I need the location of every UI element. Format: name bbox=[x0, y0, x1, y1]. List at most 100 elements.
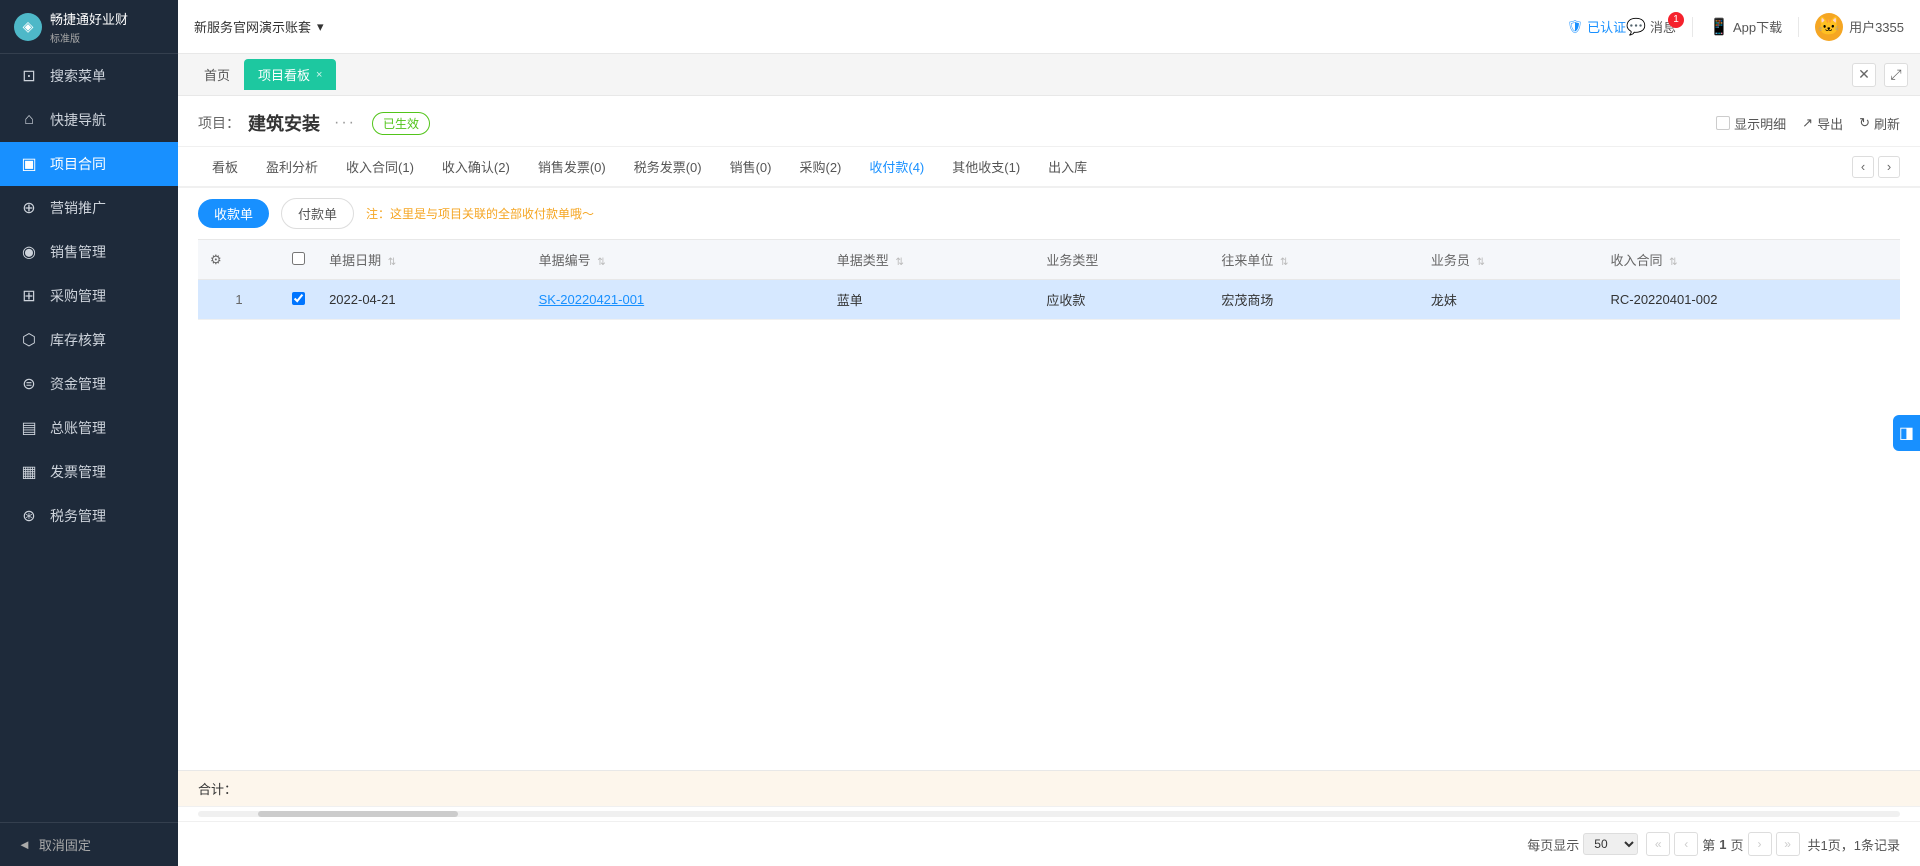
scrollbar-track bbox=[198, 811, 1900, 817]
app-download-button[interactable]: 📱 App下载 bbox=[1709, 17, 1782, 37]
scrollbar-thumb[interactable] bbox=[258, 811, 458, 817]
row-checkbox-cell bbox=[280, 280, 317, 320]
subtab-purchase[interactable]: 采购(2) bbox=[785, 147, 855, 188]
project-dropdown-arrow[interactable]: ▾ bbox=[317, 19, 324, 35]
refresh-button[interactable]: ↻ 刷新 bbox=[1859, 114, 1900, 133]
message-button[interactable]: 💬 消息 1 bbox=[1626, 17, 1676, 37]
table-wrapper: ⚙ 单据日期 ⇅ 单据编号 ⇅ 单据类型 bbox=[178, 239, 1920, 770]
sidebar-item-inventory[interactable]: ⬡ 库存核算 bbox=[0, 318, 178, 362]
sidebar-item-invoice-mgmt[interactable]: ▦ 发票管理 bbox=[0, 450, 178, 494]
project-title: 项目： 建筑安装 bbox=[198, 110, 320, 136]
project-actions: 显示明细 ↗ 导出 ↻ 刷新 bbox=[1716, 114, 1900, 133]
export-button[interactable]: ↗ 导出 bbox=[1802, 114, 1843, 133]
sort-contract-icon[interactable]: ⇅ bbox=[1669, 257, 1677, 268]
subtab-income-confirm[interactable]: 收入确认(2) bbox=[428, 147, 524, 188]
sidebar-item-purchase-mgmt[interactable]: ⊞ 采购管理 bbox=[0, 274, 178, 318]
sidebar-item-marketing[interactable]: ⊕ 营销推广 bbox=[0, 186, 178, 230]
sidebar-item-fund-mgmt[interactable]: ⊜ 资金管理 bbox=[0, 362, 178, 406]
pagination: 每页显示 50 100 200 « ‹ 第 1 页 › » 共1页，1条记录 bbox=[178, 821, 1920, 866]
show-detail-checkbox[interactable]: 显示明细 bbox=[1716, 114, 1786, 133]
purchase-icon: ⊞ bbox=[18, 286, 40, 306]
subtab-receipt[interactable]: 收付款(4) bbox=[855, 147, 938, 188]
divider2 bbox=[1798, 17, 1799, 37]
sort-partner-icon[interactable]: ⇅ bbox=[1280, 257, 1288, 268]
expand-window-button[interactable]: ⤢ bbox=[1884, 63, 1908, 87]
refresh-icon: ↻ bbox=[1859, 115, 1870, 131]
tab-project-board[interactable]: 项目看板 × bbox=[244, 59, 336, 90]
table-row: 1 2022-04-21 SK-20220421-001 蓝单 应收款 宏茂商场… bbox=[198, 280, 1900, 320]
pin-icon: ◄ bbox=[18, 837, 31, 852]
sidebar-item-search[interactable]: ⊡ 搜索菜单 bbox=[0, 54, 178, 98]
sort-type-icon[interactable]: ⇅ bbox=[895, 257, 903, 268]
subtab-income-contract[interactable]: 收入合同(1) bbox=[332, 147, 428, 188]
row-select-checkbox[interactable] bbox=[292, 292, 305, 305]
marketing-icon: ⊕ bbox=[18, 198, 40, 218]
select-all-checkbox[interactable] bbox=[292, 252, 305, 265]
subtab-in-out[interactable]: 出入库 bbox=[1034, 147, 1101, 188]
sidebar-logo-text: 畅捷通好业财 标准版 bbox=[50, 9, 128, 45]
subtabs-navigation: ‹ › bbox=[1852, 156, 1900, 178]
shield-icon: 🛡 bbox=[1567, 19, 1584, 35]
last-page-button[interactable]: » bbox=[1776, 832, 1800, 856]
close-window-button[interactable]: ✕ bbox=[1852, 63, 1876, 87]
col-number: 单据编号 ⇅ bbox=[527, 240, 825, 280]
subtab-kanban[interactable]: 看板 bbox=[198, 147, 252, 188]
row-num: 1 bbox=[198, 280, 280, 320]
project-icon: ▣ bbox=[18, 154, 40, 174]
home-icon: ⌂ bbox=[18, 111, 40, 129]
right-panel-button[interactable]: ◨ bbox=[1893, 415, 1920, 451]
next-page-button[interactable]: › bbox=[1748, 832, 1772, 856]
user-menu[interactable]: 🐱 用户3355 bbox=[1815, 13, 1904, 41]
inventory-icon: ⬡ bbox=[18, 330, 40, 350]
total-records-info: 共1页，1条记录 bbox=[1808, 835, 1900, 854]
export-icon: ↗ bbox=[1802, 115, 1813, 131]
subtab-prev-button[interactable]: ‹ bbox=[1852, 156, 1874, 178]
sort-salesman-icon[interactable]: ⇅ bbox=[1477, 257, 1485, 268]
first-page-button[interactable]: « bbox=[1646, 832, 1670, 856]
subtab-sales-invoice[interactable]: 销售发票(0) bbox=[524, 147, 620, 188]
table-settings-icon[interactable]: ⚙ bbox=[198, 240, 280, 280]
subtab-tax-invoice[interactable]: 税务发票(0) bbox=[620, 147, 716, 188]
topbar: 新服务官网演示账套 ▾ 🛡 已认证 💬 消息 1 📱 App下载 🐱 用户335… bbox=[178, 0, 1920, 54]
ledger-icon: ▤ bbox=[18, 418, 40, 438]
project-more-button[interactable]: ··· bbox=[334, 114, 356, 132]
sidebar-item-sales-mgmt[interactable]: ◉ 销售管理 bbox=[0, 230, 178, 274]
subtab-next-button[interactable]: › bbox=[1878, 156, 1900, 178]
cancel-fixed-button[interactable]: ◄ 取消固定 bbox=[0, 822, 178, 866]
subtab-other-expense[interactable]: 其他收支(1) bbox=[938, 147, 1034, 188]
topbar-project[interactable]: 新服务官网演示账套 ▾ bbox=[194, 17, 1547, 36]
page-navigation: « ‹ 第 1 页 › » bbox=[1646, 832, 1799, 856]
col-date: 单据日期 ⇅ bbox=[317, 240, 527, 280]
sidebar-item-quick-nav[interactable]: ⌂ 快捷导航 bbox=[0, 98, 178, 142]
detail-checkbox-input[interactable] bbox=[1716, 116, 1730, 130]
tab-close-icon[interactable]: × bbox=[316, 69, 322, 81]
sidebar-item-tax-mgmt[interactable]: ⊛ 税务管理 bbox=[0, 494, 178, 538]
main-area: 新服务官网演示账套 ▾ 🛡 已认证 💬 消息 1 📱 App下载 🐱 用户335… bbox=[178, 0, 1920, 866]
col-biz-type: 业务类型 bbox=[1034, 240, 1209, 280]
filter-note: 注：这里是与项目关联的全部收付款单哦～ bbox=[366, 205, 594, 222]
col-partner: 往来单位 ⇅ bbox=[1209, 240, 1419, 280]
sidebar-menu: ⊡ 搜索菜单 ⌂ 快捷导航 ▣ 项目合同 ⊕ 营销推广 ◉ 销售管理 ⊞ 采购管… bbox=[0, 54, 178, 822]
subtab-profit[interactable]: 盈利分析 bbox=[252, 147, 332, 188]
tabbar-actions: ✕ ⤢ bbox=[1852, 63, 1908, 87]
horizontal-scrollbar[interactable] bbox=[178, 806, 1920, 821]
per-page-select[interactable]: 50 100 200 bbox=[1583, 833, 1638, 855]
sort-date-icon[interactable]: ⇅ bbox=[388, 257, 396, 268]
sort-number-icon[interactable]: ⇅ bbox=[597, 257, 605, 268]
project-status-badge: 已生效 bbox=[372, 112, 430, 135]
row-number-link[interactable]: SK-20220421-001 bbox=[539, 292, 645, 307]
sidebar: ◈ 畅捷通好业财 标准版 ⊡ 搜索菜单 ⌂ 快捷导航 ▣ 项目合同 ⊕ 营销推广… bbox=[0, 0, 178, 866]
per-page-selector: 每页显示 50 100 200 bbox=[1527, 833, 1638, 855]
sidebar-item-project-contract[interactable]: ▣ 项目合同 bbox=[0, 142, 178, 186]
row-number[interactable]: SK-20220421-001 bbox=[527, 280, 825, 320]
tab-home[interactable]: 首页 bbox=[190, 59, 244, 90]
project-header: 项目： 建筑安装 ··· 已生效 显示明细 ↗ 导出 ↻ 刷新 bbox=[178, 96, 1920, 147]
topbar-certified: 🛡 已认证 bbox=[1567, 17, 1627, 36]
receipt-filter-button[interactable]: 收款单 bbox=[198, 199, 269, 228]
payment-filter-button[interactable]: 付款单 bbox=[281, 198, 354, 229]
sidebar-item-ledger-mgmt[interactable]: ▤ 总账管理 bbox=[0, 406, 178, 450]
table-footer: 合计： bbox=[178, 770, 1920, 806]
invoice-icon: ▦ bbox=[18, 462, 40, 482]
subtab-sales[interactable]: 销售(0) bbox=[716, 147, 786, 188]
prev-page-button[interactable]: ‹ bbox=[1674, 832, 1698, 856]
